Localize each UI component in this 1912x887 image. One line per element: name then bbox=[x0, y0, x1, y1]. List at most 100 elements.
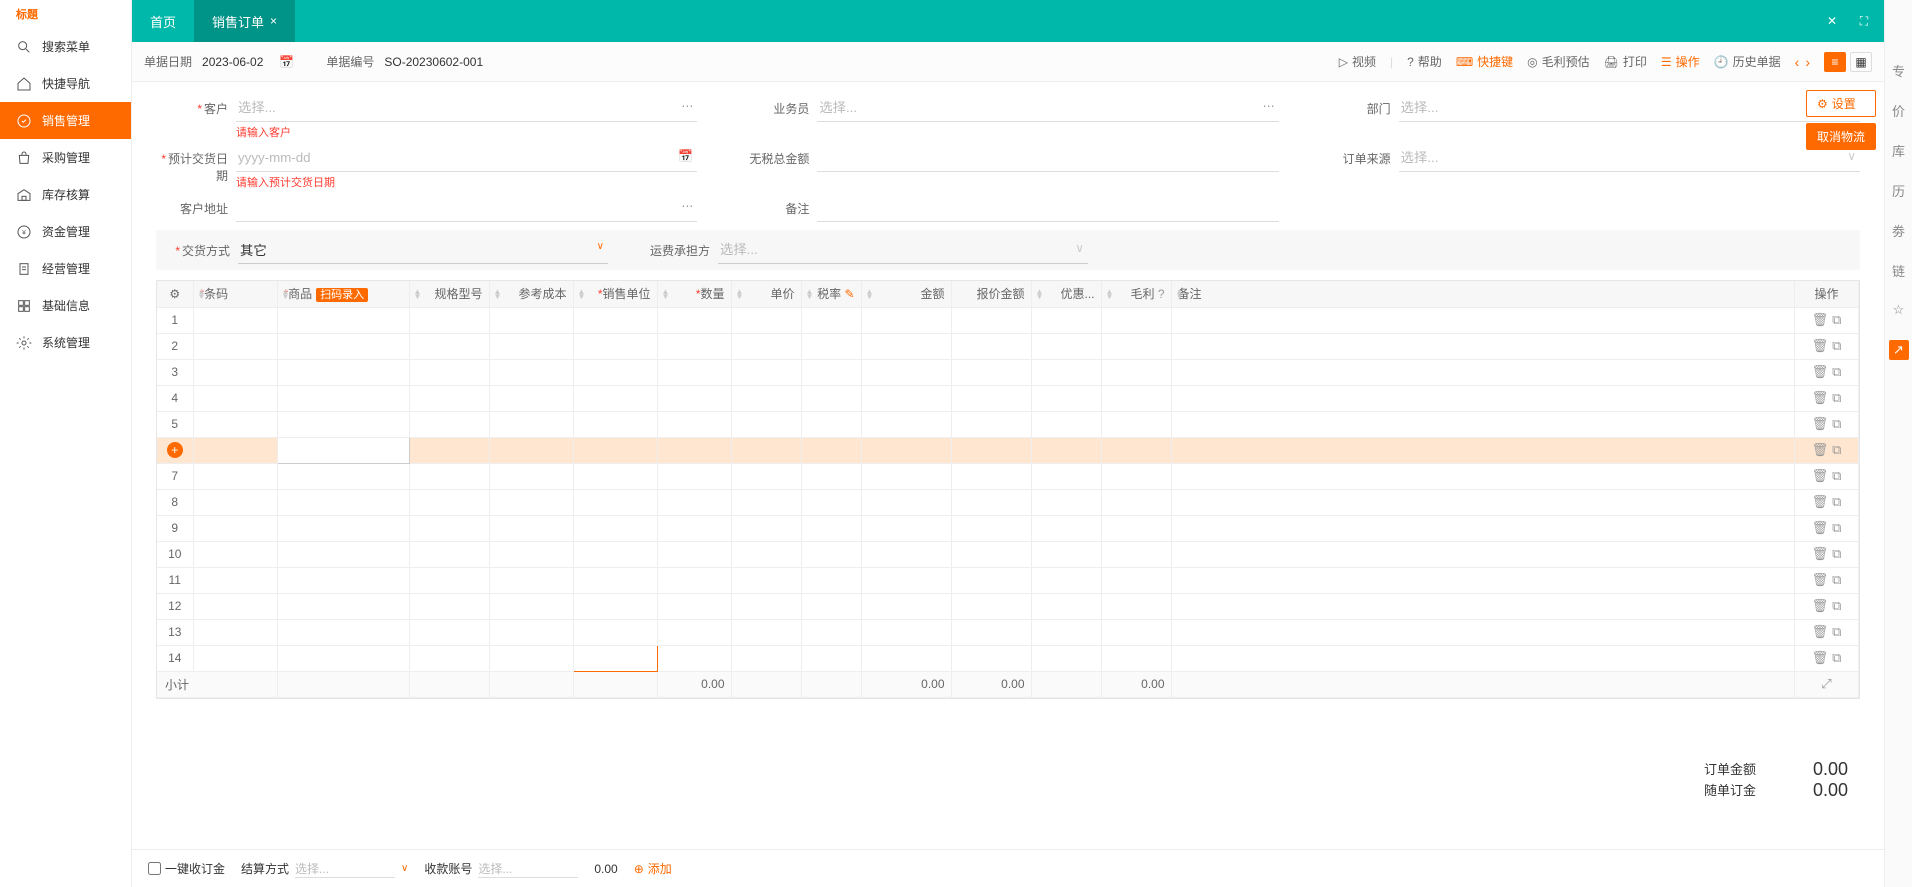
delivery-date-input[interactable] bbox=[236, 144, 697, 172]
spec-col[interactable]: 规格型号 bbox=[409, 281, 489, 307]
table-row[interactable]: 1🗑⧉ bbox=[157, 307, 1859, 333]
delete-icon[interactable]: 🗑 bbox=[1812, 494, 1829, 509]
next-doc-icon[interactable]: › bbox=[1805, 54, 1810, 70]
calendar-icon[interactable]: 📅 bbox=[678, 149, 693, 163]
copy-icon[interactable]: ⧉ bbox=[1832, 312, 1841, 327]
delete-icon[interactable]: 🗑 bbox=[1812, 338, 1829, 353]
table-row[interactable]: 9🗑⧉ bbox=[157, 515, 1859, 541]
delete-icon[interactable]: 🗑 bbox=[1812, 650, 1829, 665]
table-row[interactable]: 3🗑⧉ bbox=[157, 359, 1859, 385]
freight-input[interactable] bbox=[718, 236, 1088, 264]
source-input[interactable] bbox=[1399, 144, 1860, 172]
copy-icon[interactable]: ⧉ bbox=[1832, 650, 1841, 665]
view-grid-icon[interactable]: ▦ bbox=[1850, 52, 1872, 72]
product-col[interactable]: *商品扫码录入 bbox=[277, 281, 409, 307]
deposit-checkbox[interactable]: 一键收订金 bbox=[148, 860, 225, 877]
copy-icon[interactable]: ⧉ bbox=[1832, 416, 1841, 431]
sidebar-item-purchase[interactable]: 采购管理 bbox=[0, 139, 131, 176]
calendar-icon[interactable]: 📅 bbox=[279, 55, 294, 69]
more-icon[interactable]: ⋯ bbox=[681, 99, 693, 113]
gross-link[interactable]: ◎毛利预估 bbox=[1527, 53, 1590, 70]
qty-col[interactable]: *数量 bbox=[657, 281, 731, 307]
sidebar-item-sales[interactable]: 销售管理 bbox=[0, 102, 131, 139]
table-row[interactable]: 5🗑⧉ bbox=[157, 411, 1859, 437]
delete-icon[interactable]: 🗑 bbox=[1812, 364, 1829, 379]
add-row-icon[interactable]: + bbox=[167, 442, 183, 458]
delete-icon[interactable]: 🗑 bbox=[1812, 598, 1829, 613]
history-link[interactable]: 🕘历史单据 bbox=[1714, 53, 1781, 70]
salesman-input[interactable] bbox=[817, 94, 1278, 122]
amount-col[interactable]: 金额 bbox=[861, 281, 951, 307]
cancel-logistics-button[interactable]: 取消物流 bbox=[1806, 123, 1876, 150]
copy-icon[interactable]: ⧉ bbox=[1832, 468, 1841, 483]
add-settlement-link[interactable]: ⊕添加 bbox=[634, 860, 672, 877]
print-link[interactable]: 🖨打印 bbox=[1604, 53, 1647, 70]
copy-icon[interactable]: ⧉ bbox=[1832, 598, 1841, 613]
tab-home[interactable]: 首页 bbox=[132, 0, 194, 42]
unit-col[interactable]: *销售单位 bbox=[573, 281, 657, 307]
delete-icon[interactable]: 🗑 bbox=[1812, 624, 1829, 639]
rail-item[interactable]: 历 bbox=[1889, 180, 1909, 200]
fullscreen-icon[interactable]: ⛶ bbox=[1852, 9, 1876, 33]
chevron-down-icon[interactable]: ∨ bbox=[401, 863, 408, 874]
address-input[interactable] bbox=[236, 194, 697, 222]
rail-item[interactable]: ↗ bbox=[1889, 340, 1909, 360]
customer-input[interactable] bbox=[236, 94, 697, 122]
sidebar-item-nav[interactable]: 快捷导航 bbox=[0, 65, 131, 102]
chevron-down-icon[interactable]: ∨ bbox=[1847, 149, 1856, 163]
amount-input[interactable] bbox=[817, 144, 1278, 172]
copy-icon[interactable]: ⧉ bbox=[1832, 338, 1841, 353]
table-row[interactable]: 2🗑⧉ bbox=[157, 333, 1859, 359]
rail-item[interactable]: ☆ bbox=[1889, 300, 1909, 320]
chevron-down-icon[interactable]: ∨ bbox=[597, 241, 604, 252]
cost-col[interactable]: 参考成本 bbox=[489, 281, 573, 307]
hotkey-link[interactable]: ⌨快捷键 bbox=[1456, 53, 1513, 70]
barcode-col[interactable]: *条码 bbox=[193, 281, 277, 307]
close-icon[interactable]: × bbox=[270, 14, 277, 28]
scan-badge[interactable]: 扫码录入 bbox=[316, 288, 368, 302]
rail-item[interactable]: 链 bbox=[1889, 260, 1909, 280]
ship-method-input[interactable] bbox=[238, 236, 608, 264]
gross-col[interactable]: 毛利 ? bbox=[1101, 281, 1171, 307]
table-row[interactable]: + 🗑⧉ bbox=[157, 437, 1859, 463]
expand-icon[interactable]: ⤢ bbox=[1821, 676, 1831, 691]
tab-close-all-icon[interactable]: ✕ bbox=[1820, 9, 1844, 33]
account-select[interactable]: 选择... bbox=[478, 860, 578, 878]
copy-icon[interactable]: ⧉ bbox=[1832, 390, 1841, 405]
table-row[interactable]: 13🗑⧉ bbox=[157, 619, 1859, 645]
table-row[interactable]: 7🗑⧉ bbox=[157, 463, 1859, 489]
tab-sales-order[interactable]: 销售订单 × bbox=[194, 0, 295, 42]
delete-icon[interactable]: 🗑 bbox=[1812, 312, 1829, 327]
remark-col[interactable]: 备注 bbox=[1171, 281, 1795, 307]
doc-date-value[interactable]: 2023-06-02 bbox=[202, 55, 263, 69]
delete-icon[interactable]: 🗑 bbox=[1812, 390, 1829, 405]
action-link[interactable]: ☰操作 bbox=[1661, 53, 1700, 70]
view-list-icon[interactable]: ≡ bbox=[1824, 52, 1846, 72]
quote-col[interactable]: 报价金额 bbox=[951, 281, 1031, 307]
video-link[interactable]: ▷视频 bbox=[1339, 53, 1376, 70]
rail-item[interactable]: 价 bbox=[1889, 100, 1909, 120]
tax-col[interactable]: 税率 ✎ bbox=[801, 281, 861, 307]
copy-icon[interactable]: ⧉ bbox=[1832, 494, 1841, 509]
rail-item[interactable]: 劵 bbox=[1889, 220, 1909, 240]
sidebar-item-biz[interactable]: 经营管理 bbox=[0, 250, 131, 287]
price-col[interactable]: 单价 bbox=[731, 281, 801, 307]
rail-item[interactable]: 专 bbox=[1889, 60, 1909, 80]
copy-icon[interactable]: ⧉ bbox=[1832, 624, 1841, 639]
more-icon[interactable]: ⋯ bbox=[1263, 99, 1275, 113]
table-row[interactable]: 4🗑⧉ bbox=[157, 385, 1859, 411]
remark-input[interactable] bbox=[817, 194, 1278, 222]
table-row[interactable]: 14🗑⧉ bbox=[157, 645, 1859, 671]
gear-col[interactable]: ⚙ bbox=[157, 281, 193, 307]
copy-icon[interactable]: ⧉ bbox=[1832, 442, 1841, 457]
sidebar-item-fund[interactable]: ¥ 资金管理 bbox=[0, 213, 131, 250]
chevron-down-icon[interactable]: ∨ bbox=[1075, 241, 1084, 255]
sidebar-item-basic[interactable]: 基础信息 bbox=[0, 287, 131, 324]
table-row[interactable]: 8🗑⧉ bbox=[157, 489, 1859, 515]
delete-icon[interactable]: 🗑 bbox=[1812, 442, 1829, 457]
table-row[interactable]: 12🗑⧉ bbox=[157, 593, 1859, 619]
settle-select[interactable]: 选择... bbox=[295, 860, 395, 878]
copy-icon[interactable]: ⧉ bbox=[1832, 572, 1841, 587]
sidebar-item-stock[interactable]: 库存核算 bbox=[0, 176, 131, 213]
copy-icon[interactable]: ⧉ bbox=[1832, 520, 1841, 535]
